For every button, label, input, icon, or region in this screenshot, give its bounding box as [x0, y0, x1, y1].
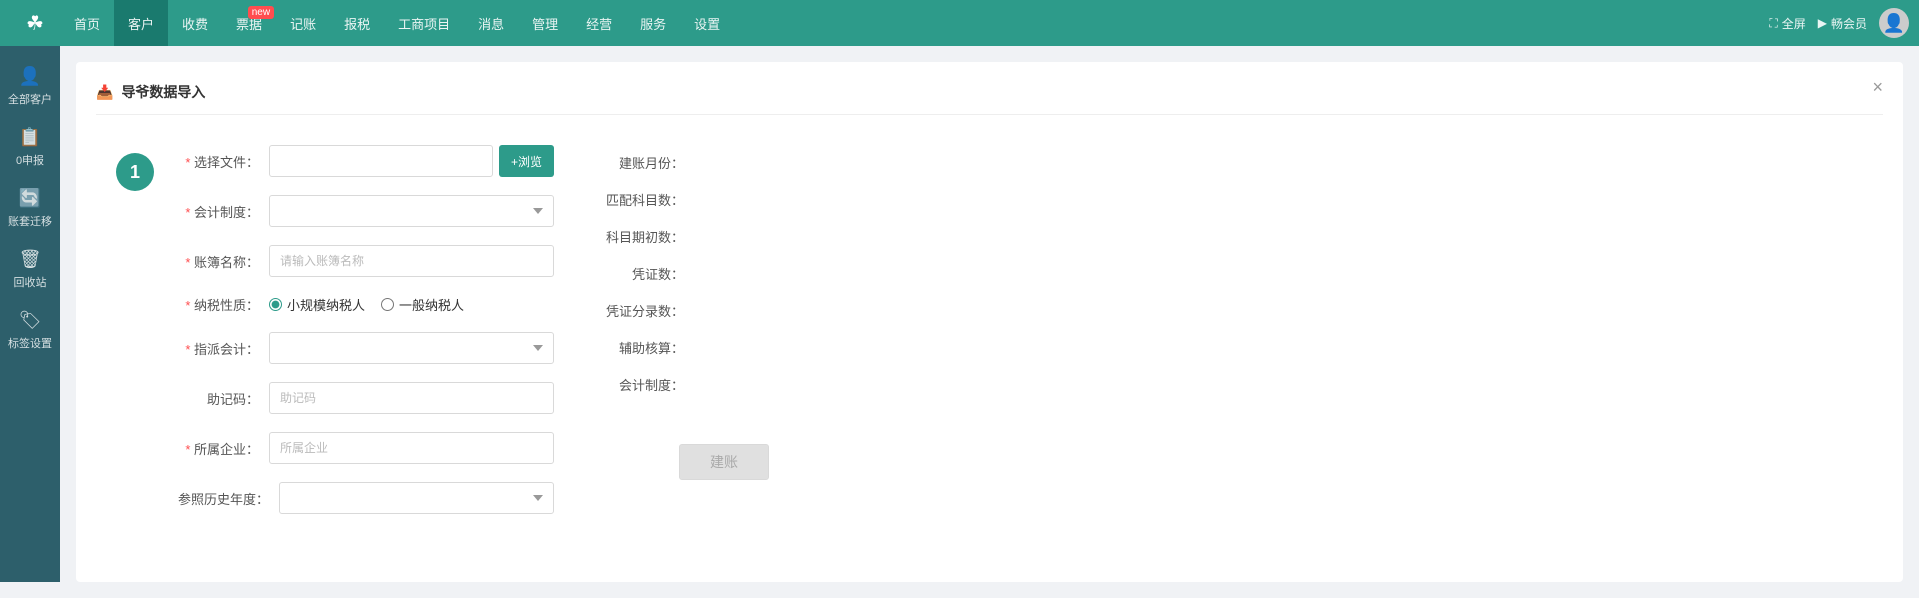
file-row: * 选择文件： +浏览: [174, 145, 554, 177]
ledger-row: * 账簿名称：: [174, 245, 554, 277]
fullscreen-icon: ⛶: [1769, 16, 1777, 31]
migrate-icon: 🔄: [19, 188, 41, 209]
period-label: 科目期初数：: [594, 227, 684, 246]
voucher-row: 凭证数：: [594, 264, 854, 283]
accounting-row: * 会计制度：: [174, 195, 554, 227]
nav-service[interactable]: 服务: [626, 0, 680, 46]
tax-general-label[interactable]: 一般纳税人: [381, 295, 464, 314]
file-input-group: +浏览: [269, 145, 554, 177]
panel-header: 📥 导爷数据导入: [96, 82, 1883, 115]
ledger-label: * 账簿名称：: [174, 252, 259, 271]
fullscreen-button[interactable]: ⛶ 全屏: [1769, 15, 1805, 32]
company-label: * 所属企业：: [174, 439, 259, 458]
sidebar-item-zero-declare[interactable]: 📋 0申报: [0, 117, 60, 178]
form-left-section: 1 * 选择文件： +浏览 * 会计制度：: [116, 145, 554, 514]
page-title: 导爷数据导入: [121, 82, 205, 102]
logo[interactable]: ☘: [10, 11, 60, 36]
company-input[interactable]: [269, 432, 554, 464]
match-label: 匹配科目数：: [594, 190, 684, 209]
info-accounting-row: 会计制度：: [594, 375, 854, 394]
history-label: 参照历史年度：: [174, 489, 269, 508]
month-label: 建账月份：: [594, 153, 684, 172]
nav-new-badge: new: [248, 6, 274, 19]
browse-button[interactable]: +浏览: [499, 145, 554, 177]
voucher-label: 凭证数：: [594, 264, 684, 283]
accounting-select[interactable]: [269, 195, 554, 227]
tax-radio-group: 小规模纳税人 一般纳税人: [269, 295, 554, 314]
info-panel: 建账月份： 匹配科目数： 科目期初数： 凭证数：: [594, 145, 854, 394]
match-row: 匹配科目数：: [594, 190, 854, 209]
sidebar: 👤 全部客户 📋 0申报 🔄 账套迁移 🗑 回收站 🏷 标签设置: [0, 46, 60, 582]
user-avatar[interactable]: 👤: [1879, 8, 1909, 38]
company-row: * 所属企业：: [174, 432, 554, 464]
accountant-select[interactable]: [269, 332, 554, 364]
logo-icon: ☘: [26, 11, 44, 36]
aux-row: 辅助核算：: [594, 338, 854, 357]
tax-label: * 纳税性质：: [174, 295, 259, 314]
accountant-row: * 指派会计：: [174, 332, 554, 364]
nav-tax[interactable]: 报税: [330, 0, 384, 46]
member-button[interactable]: ▶ 畅会员: [1818, 15, 1867, 32]
nav-message[interactable]: 消息: [464, 0, 518, 46]
accounting-label: * 会计制度：: [174, 202, 259, 221]
recycle-icon: 🗑: [19, 249, 42, 270]
tax-small-radio[interactable]: [269, 298, 282, 311]
ledger-input[interactable]: [269, 245, 554, 277]
memo-label: 助记码：: [174, 389, 259, 408]
tags-icon: 🏷: [19, 310, 42, 331]
memo-input[interactable]: [269, 382, 554, 414]
nav-settings[interactable]: 设置: [680, 0, 734, 46]
nav-operation[interactable]: 经营: [572, 0, 626, 46]
sidebar-item-tags[interactable]: 🏷 标签设置: [0, 300, 60, 361]
tax-row: * 纳税性质： 小规模纳税人 一般纳税人: [174, 295, 554, 314]
main-content: 📥 导爷数据导入 × 1 * 选择文件： +浏览: [60, 46, 1919, 598]
build-btn-container: 建账: [594, 424, 854, 480]
sidebar-item-migrate[interactable]: 🔄 账套迁移: [0, 178, 60, 239]
info-accounting-label: 会计制度：: [594, 375, 684, 394]
nav-business[interactable]: 工商项目: [384, 0, 464, 46]
tax-general-radio[interactable]: [381, 298, 394, 311]
right-section: 建账月份： 匹配科目数： 科目期初数： 凭证数：: [594, 145, 854, 514]
page-panel: 📥 导爷数据导入 × 1 * 选择文件： +浏览: [76, 62, 1903, 582]
all-clients-icon: 👤: [19, 66, 41, 87]
step-badge: 1: [116, 153, 154, 191]
history-select[interactable]: [279, 482, 554, 514]
nav-menu: 首页 客户 收费 票据 new 记账 报税 工商项目 消息 管理 经营: [60, 0, 1769, 46]
memo-row: 助记码：: [174, 382, 554, 414]
top-navigation: ☘ 首页 客户 收费 票据 new 记账 报税 工商项目 消息 管理: [0, 0, 1919, 46]
nav-fee[interactable]: 收费: [168, 0, 222, 46]
file-input[interactable]: [269, 145, 493, 177]
accountant-label: * 指派会计：: [174, 339, 259, 358]
avatar-icon: 👤: [1883, 13, 1905, 34]
nav-invoice[interactable]: 票据 new: [222, 0, 276, 46]
tax-small-label[interactable]: 小规模纳税人: [269, 295, 365, 314]
nav-home[interactable]: 首页: [60, 0, 114, 46]
nav-right-area: ⛶ 全屏 ▶ 畅会员 👤: [1769, 8, 1909, 38]
voucher-records-label: 凭证分录数：: [594, 301, 684, 320]
history-row: 参照历史年度：: [174, 482, 554, 514]
build-account-button[interactable]: 建账: [679, 444, 769, 480]
form-container: 1 * 选择文件： +浏览 * 会计制度：: [96, 135, 1883, 524]
zero-declare-icon: 📋: [19, 127, 41, 148]
month-row: 建账月份：: [594, 153, 854, 172]
nav-manage[interactable]: 管理: [518, 0, 572, 46]
aux-label: 辅助核算：: [594, 338, 684, 357]
nav-client[interactable]: 客户: [114, 0, 168, 46]
sidebar-item-recycle[interactable]: 🗑 回收站: [0, 239, 60, 300]
file-label: * 选择文件：: [174, 152, 259, 171]
period-row: 科目期初数：: [594, 227, 854, 246]
close-button[interactable]: ×: [1872, 78, 1883, 96]
member-icon: ▶: [1818, 16, 1827, 30]
voucher-records-row: 凭证分录数：: [594, 301, 854, 320]
sidebar-item-all-clients[interactable]: 👤 全部客户: [0, 56, 60, 117]
import-icon: 📥: [96, 84, 113, 101]
nav-bookkeep[interactable]: 记账: [276, 0, 330, 46]
form-fields: * 选择文件： +浏览 * 会计制度：: [174, 145, 554, 514]
